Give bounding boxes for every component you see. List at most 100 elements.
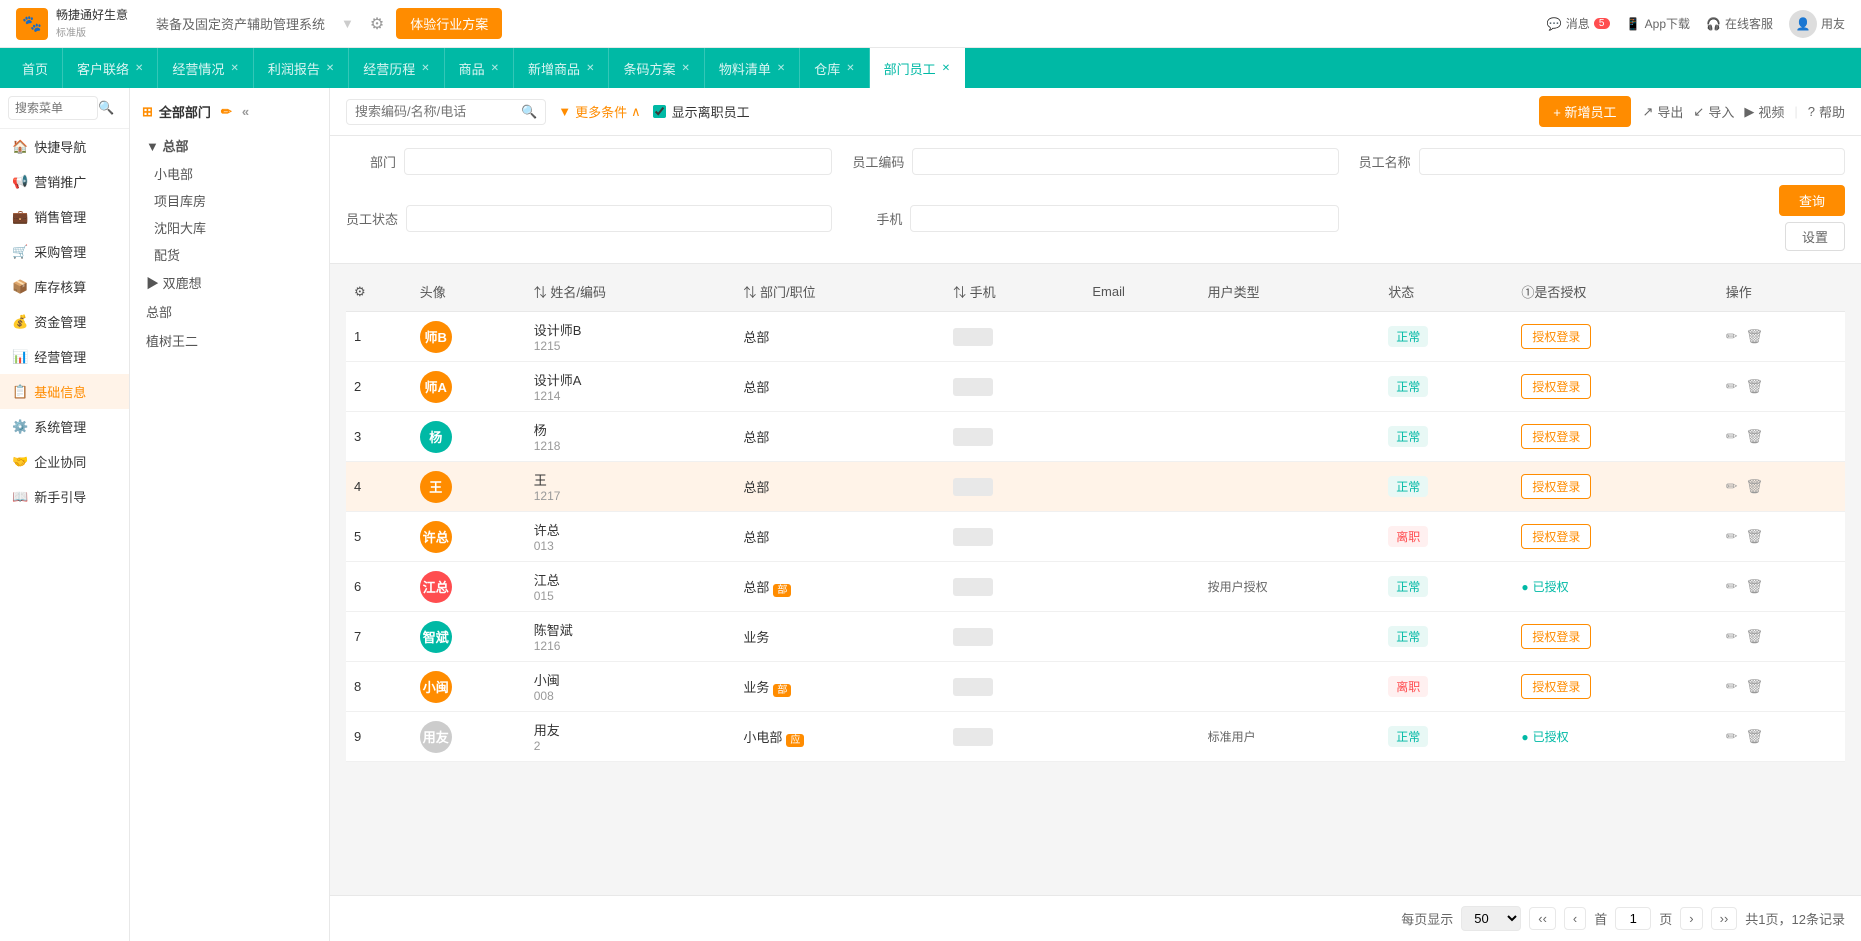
messages-action[interactable]: 💬 消息 5 bbox=[1547, 15, 1610, 32]
close-icon[interactable]: ✕ bbox=[326, 63, 334, 74]
edit-dept-icon[interactable]: ✏ bbox=[221, 104, 232, 120]
edit-button[interactable]: ✏ bbox=[1726, 578, 1738, 595]
edit-button[interactable]: ✏ bbox=[1726, 628, 1738, 645]
sidebar-item-finance[interactable]: 💰 资金管理 bbox=[0, 304, 129, 339]
close-icon[interactable]: ✕ bbox=[586, 63, 594, 74]
tab-history[interactable]: 经营历程 ✕ bbox=[349, 48, 444, 88]
dept-project-room[interactable]: 项目库房 bbox=[130, 187, 329, 214]
app-download-action[interactable]: 📱 App下载 bbox=[1626, 15, 1690, 32]
tab-goods[interactable]: 商品 ✕ bbox=[445, 48, 514, 88]
dept-shuanglu[interactable]: ▶ 双鹿想 bbox=[130, 268, 329, 297]
tab-barcode[interactable]: 条码方案 ✕ bbox=[609, 48, 704, 88]
sidebar-item-basic[interactable]: 📋 基础信息 bbox=[0, 374, 129, 409]
first-page-button[interactable]: ‹‹ bbox=[1529, 907, 1556, 930]
sidebar-item-collab[interactable]: 🤝 企业协同 bbox=[0, 444, 129, 479]
help-button[interactable]: ? 帮助 bbox=[1808, 102, 1845, 121]
search-input-wrap: 🔍 bbox=[346, 99, 546, 125]
delete-button[interactable]: 🗑 bbox=[1745, 678, 1763, 695]
delete-button[interactable]: 🗑 bbox=[1745, 478, 1763, 495]
tab-dept-staff[interactable]: 部门员工 ✕ bbox=[870, 48, 965, 88]
delete-button[interactable]: 🗑 bbox=[1745, 528, 1763, 545]
edit-button[interactable]: ✏ bbox=[1726, 428, 1738, 445]
video-button[interactable]: ▶ 视频 bbox=[1744, 102, 1784, 121]
sidebar-search-input[interactable] bbox=[8, 96, 98, 120]
reset-button[interactable]: 设置 bbox=[1785, 222, 1845, 251]
prev-page-button[interactable]: ‹ bbox=[1564, 907, 1586, 930]
close-icon[interactable]: ✕ bbox=[491, 63, 499, 74]
delete-button[interactable]: 🗑 bbox=[1745, 578, 1763, 595]
edit-button[interactable]: ✏ bbox=[1726, 678, 1738, 695]
delete-button[interactable]: 🗑 bbox=[1745, 378, 1763, 395]
tab-bom[interactable]: 物料清单 ✕ bbox=[705, 48, 800, 88]
emp-code-input[interactable] bbox=[912, 148, 1338, 175]
row-status: 正常 bbox=[1380, 462, 1513, 512]
sidebar-item-quicknav[interactable]: 🏠 快捷导航 bbox=[0, 129, 129, 164]
tab-operation[interactable]: 经营情况 ✕ bbox=[158, 48, 253, 88]
close-active-icon[interactable]: ✕ bbox=[942, 63, 950, 74]
dept-distribution[interactable]: 配货 bbox=[130, 241, 329, 268]
edit-button[interactable]: ✏ bbox=[1726, 478, 1738, 495]
dept-select[interactable] bbox=[404, 148, 832, 175]
user-action[interactable]: 👤 用友 bbox=[1789, 10, 1845, 38]
close-icon[interactable]: ✕ bbox=[135, 63, 143, 74]
settings-col-icon[interactable]: ⚙ bbox=[354, 284, 366, 299]
edit-button[interactable]: ✏ bbox=[1726, 728, 1738, 745]
close-icon[interactable]: ✕ bbox=[777, 63, 785, 74]
sidebar-item-inventory[interactable]: 📦 库存核算 bbox=[0, 269, 129, 304]
per-page-select[interactable]: 50 100 bbox=[1461, 906, 1521, 931]
sidebar-item-sales[interactable]: 💼 销售管理 bbox=[0, 199, 129, 234]
sidebar-item-marketing[interactable]: 📢 营销推广 bbox=[0, 164, 129, 199]
collapse-icon[interactable]: « bbox=[242, 104, 249, 119]
edit-button[interactable]: ✏ bbox=[1726, 328, 1738, 345]
edit-button[interactable]: ✏ bbox=[1726, 378, 1738, 395]
import-button[interactable]: ↙ 导入 bbox=[1693, 102, 1734, 121]
auth-button[interactable]: 授权登录 bbox=[1521, 424, 1591, 449]
auth-button[interactable]: 授权登录 bbox=[1521, 474, 1591, 499]
dept-small-electric[interactable]: 小电部 bbox=[130, 160, 329, 187]
close-icon[interactable]: ✕ bbox=[846, 63, 854, 74]
export-button[interactable]: ↗ 导出 bbox=[1643, 102, 1684, 121]
emp-status-select[interactable] bbox=[406, 205, 832, 232]
tab-profit[interactable]: 利润报告 ✕ bbox=[254, 48, 349, 88]
page-input[interactable] bbox=[1615, 907, 1651, 930]
auth-button[interactable]: 授权登录 bbox=[1521, 324, 1591, 349]
sidebar-item-purchase[interactable]: 🛒 采购管理 bbox=[0, 234, 129, 269]
tab-customer[interactable]: 客户联络 ✕ bbox=[63, 48, 158, 88]
filter-button[interactable]: ▼ 更多条件 ∧ bbox=[558, 102, 640, 121]
delete-button[interactable]: 🗑 bbox=[1745, 628, 1763, 645]
close-icon[interactable]: ✕ bbox=[681, 63, 689, 74]
close-icon[interactable]: ✕ bbox=[230, 63, 238, 74]
dept-shenyang[interactable]: 沈阳大库 bbox=[130, 214, 329, 241]
auth-button[interactable]: 授权登录 bbox=[1521, 674, 1591, 699]
sidebar-item-system[interactable]: ⚙️ 系统管理 bbox=[0, 409, 129, 444]
dept-planting[interactable]: 植树王二 bbox=[130, 326, 329, 355]
tab-warehouse[interactable]: 仓库 ✕ bbox=[800, 48, 869, 88]
online-service-action[interactable]: 🎧 在线客服 bbox=[1706, 15, 1773, 32]
delete-button[interactable]: 🗑 bbox=[1745, 728, 1763, 745]
sidebar-quicknav-label: 快捷导航 bbox=[34, 137, 86, 156]
phone-input[interactable] bbox=[910, 205, 1338, 232]
search-input[interactable] bbox=[355, 104, 515, 119]
query-button[interactable]: 查询 bbox=[1779, 185, 1845, 216]
settings-icon[interactable]: ⚙ bbox=[370, 14, 384, 34]
dept-headquarters[interactable]: ▼ 总部 bbox=[130, 131, 329, 160]
next-page-button[interactable]: › bbox=[1680, 907, 1702, 930]
delete-button[interactable]: 🗑 bbox=[1745, 328, 1763, 345]
auth-button[interactable]: 授权登录 bbox=[1521, 374, 1591, 399]
delete-button[interactable]: 🗑 bbox=[1745, 428, 1763, 445]
show-resigned-checkbox[interactable] bbox=[653, 105, 666, 118]
experience-button[interactable]: 体验行业方案 bbox=[396, 8, 502, 39]
sidebar-item-guide[interactable]: 📖 新手引导 bbox=[0, 479, 129, 514]
auth-button[interactable]: 授权登录 bbox=[1521, 624, 1591, 649]
tab-new-goods[interactable]: 新增商品 ✕ bbox=[514, 48, 609, 88]
add-employee-button[interactable]: + 新增员工 bbox=[1539, 96, 1630, 127]
auth-button[interactable]: 授权登录 bbox=[1521, 524, 1591, 549]
sidebar-item-business[interactable]: 📊 经营管理 bbox=[0, 339, 129, 374]
tab-home[interactable]: 首页 bbox=[8, 48, 63, 88]
dept-general[interactable]: 总部 bbox=[130, 297, 329, 326]
finance-icon: 💰 bbox=[12, 314, 28, 330]
close-icon[interactable]: ✕ bbox=[421, 63, 429, 74]
last-page-button[interactable]: ›› bbox=[1711, 907, 1738, 930]
emp-name-input[interactable] bbox=[1419, 148, 1845, 175]
edit-button[interactable]: ✏ bbox=[1726, 528, 1738, 545]
